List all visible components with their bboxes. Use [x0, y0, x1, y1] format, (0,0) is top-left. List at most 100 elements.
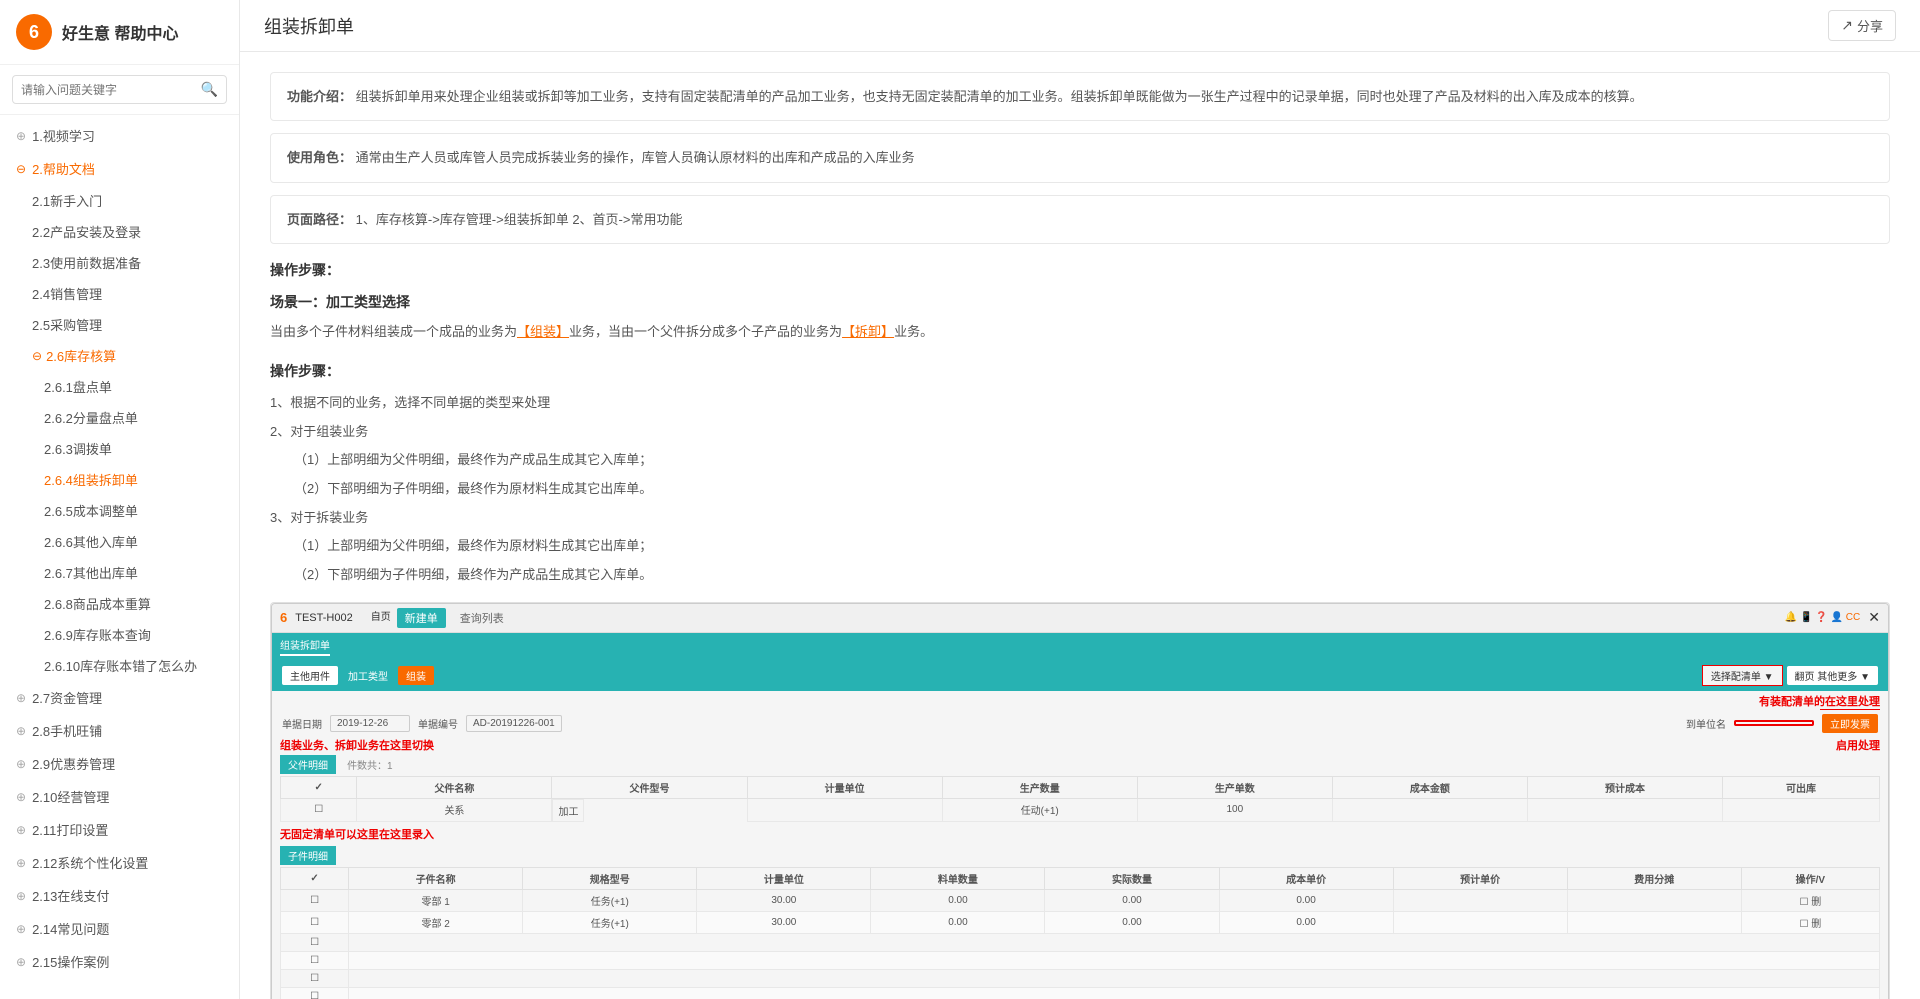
btd-spec2: 任务(+1): [523, 912, 697, 934]
btn-find-bom[interactable]: 选择配清单 ▼: [1702, 665, 1783, 686]
sidebar-item-inv1[interactable]: 2.6.1盘点单: [0, 371, 239, 402]
btd-alloc1: [1567, 890, 1741, 912]
btn-other[interactable]: 翻页 其他更多 ▼: [1787, 666, 1878, 685]
share-button[interactable]: ↗ 分享: [1828, 10, 1896, 41]
td-prod-count: 100: [1137, 798, 1332, 822]
section-label-row: 父件明细 件数共：1: [272, 753, 1888, 776]
bottom-table-wrapper: ✓ 子件名称 规格型号 计量单位 料单数量 实际数量 成本单价 预计单价 费用分…: [272, 867, 1888, 999]
btd-ep2: [1393, 912, 1567, 934]
sidebar-item-payment[interactable]: 2.13在线支付: [0, 879, 239, 912]
bth-bom-qty: 料单数量: [871, 868, 1045, 890]
logo-text: 好生意 帮助中心: [62, 20, 178, 44]
search-input[interactable]: [21, 83, 201, 97]
page-title: 组装拆卸单: [264, 13, 354, 39]
highlight-disassemble: 【拆卸】: [842, 324, 894, 339]
btable-row-5: ☐: [281, 970, 1880, 988]
btn-confirm[interactable]: 立即发票: [1822, 714, 1878, 733]
sidebar-item-inv9[interactable]: 2.6.9库存账本查询: [0, 619, 239, 650]
path-label: 页面路径：: [287, 212, 352, 227]
sidebar-item-inv5[interactable]: 2.6.5成本调整单: [0, 495, 239, 526]
share-icon: ↗: [1841, 17, 1853, 34]
sidebar-item-print[interactable]: 2.11打印设置: [0, 813, 239, 846]
sidebar-item-inv6[interactable]: 2.6.6其他入库单: [0, 526, 239, 557]
btd-check3: ☐: [281, 934, 349, 952]
sidebar-item-inv10[interactable]: 2.6.10库存账本错了怎么办: [0, 650, 239, 681]
btd-bom2: 0.00: [871, 912, 1045, 934]
sidebar-item-cases[interactable]: 2.15操作案例: [0, 945, 239, 978]
minus-circle-icon: ⊖: [32, 349, 42, 363]
bth-ops: 操作/V: [1741, 868, 1879, 890]
sidebar-item-inventory[interactable]: ⊖ 2.6库存核算: [0, 340, 239, 371]
btd-act2: 0.00: [1045, 912, 1219, 934]
annotation1-area: 选择配清单 ▼ 翻页 其他更多 ▼: [1702, 665, 1878, 686]
annotation5-text: 无固定清单可以这里在这里录入: [280, 826, 434, 842]
btd-alloc2: [1567, 912, 1741, 934]
form-id[interactable]: AD-20191226-001: [466, 715, 562, 732]
form-date[interactable]: 2019-12-26: [330, 715, 410, 732]
th-prod-qty: 生产数量: [942, 776, 1137, 798]
search-box[interactable]: 🔍: [12, 75, 227, 104]
btd-ops1[interactable]: ☐ 删: [1741, 890, 1879, 912]
sidebar-item-ops[interactable]: 2.10经营管理: [0, 780, 239, 813]
form-store[interactable]: [1734, 720, 1814, 726]
sidebar-item-newbie[interactable]: 2.1新手入门: [0, 185, 239, 216]
sidebar-item-personal[interactable]: 2.12系统个性化设置: [0, 846, 239, 879]
sidebar-item-install[interactable]: 2.2产品安装及登录: [0, 216, 239, 247]
annotation3-text: 组装业务、拆卸业务在这里切换: [280, 737, 434, 753]
btd-cp1: 0.00: [1219, 890, 1393, 912]
intro-block: 功能介绍： 组装拆卸单用来处理企业组装或拆卸等加工业务，支持有固定装配清单的产品…: [270, 72, 1890, 121]
nav-new[interactable]: 新建单: [397, 608, 446, 628]
btd-ops2[interactable]: ☐ 删: [1741, 912, 1879, 934]
sidebar-item-inv7[interactable]: 2.6.7其他出库单: [0, 557, 239, 588]
bth-check: ✓: [281, 868, 349, 890]
th-est-cost: 预计成本: [1527, 776, 1722, 798]
screenshot-container: 6 TEST-H002 自页 新建单 查询列表 🔔 📱 ❓ 👤 CC ✕: [270, 602, 1890, 999]
sidebar-item-sales[interactable]: 2.4销售管理: [0, 278, 239, 309]
section-bottom-label: 子件明细: [280, 846, 336, 865]
td-parent-model[interactable]: 加工: [552, 799, 584, 822]
screen-close-icon[interactable]: ✕: [1868, 609, 1880, 626]
step3: 3、对于拆装业务: [270, 506, 1890, 531]
ann1-container: 有装配清单的在这里处理: [1759, 693, 1880, 710]
sidebar-item-help-docs[interactable]: 2.帮助文档: [0, 152, 239, 185]
step1: 1、根据不同的业务，选择不同单据的类型来处理: [270, 391, 1890, 416]
plus-icon: [16, 129, 26, 143]
sidebar-item-faq[interactable]: 2.14常见问题: [0, 912, 239, 945]
screen-logo: 6: [280, 610, 287, 625]
sidebar-item-data-prep[interactable]: 2.3使用前数据准备: [0, 247, 239, 278]
screen-topbar: 6 TEST-H002 自页 新建单 查询列表 🔔 📱 ❓ 👤 CC ✕: [272, 604, 1888, 633]
search-icon[interactable]: 🔍: [201, 81, 218, 98]
sidebar-item-finance[interactable]: 2.7资金管理: [0, 681, 239, 714]
nav-query[interactable]: 查询列表: [452, 608, 512, 628]
annotation1-text: 有装配清单的在这里处理: [1759, 696, 1880, 708]
btd-spec1: 任务(+1): [523, 890, 697, 912]
main-area: 组装拆卸单 ↗ 分享 功能介绍： 组装拆卸单用来处理企业组装或拆卸等加工业务，支…: [240, 0, 1920, 999]
intro-label: 功能介绍：: [287, 89, 352, 104]
btn-main-part[interactable]: 主他用件: [282, 666, 338, 685]
tab-assemble[interactable]: 组装拆卸单: [280, 637, 330, 656]
sidebar-item-inv8[interactable]: 2.6.8商品成本重算: [0, 588, 239, 619]
btd-empty4: [349, 952, 1880, 970]
sidebar-item-inv3[interactable]: 2.6.3调拨单: [0, 433, 239, 464]
form-label-store: 到单位名: [1686, 716, 1726, 731]
minus-icon: [16, 162, 26, 176]
scene1-desc: 当由多个子件材料组装成一个成品的业务为【组装】业务，当由一个父件拆分成多个子产品…: [270, 320, 1890, 345]
sidebar-item-video[interactable]: 1.视频学习: [0, 119, 239, 152]
sidebar-item-inv4[interactable]: 2.6.4组装拆卸单: [0, 464, 239, 495]
btd-empty3: [349, 934, 1880, 952]
sidebar-item-purchase[interactable]: 2.5采购管理: [0, 309, 239, 340]
sidebar-item-mobile[interactable]: 2.8手机旺铺: [0, 714, 239, 747]
plus-icon-3: [16, 724, 26, 738]
td-available: [1723, 798, 1880, 822]
td-check: ☐: [281, 798, 357, 822]
sidebar-item-coupon[interactable]: 2.9优惠券管理: [0, 747, 239, 780]
bth-child-name: 子件名称: [349, 868, 523, 890]
top-count: 件数共：1: [347, 761, 393, 772]
intro-text: 组装拆卸单用来处理企业组装或拆卸等加工业务，支持有固定装配清单的产品加工业务，也…: [356, 89, 1643, 104]
btable-row-1: ☐ 零部 1 任务(+1) 30.00 0.00 0.00 0.00 ☐ 删: [281, 890, 1880, 912]
bth-unit: 计量单位: [697, 868, 871, 890]
btd-ep1: [1393, 890, 1567, 912]
btn-assemble[interactable]: 组装: [398, 666, 434, 685]
sidebar-item-inv2[interactable]: 2.6.2分量盘点单: [0, 402, 239, 433]
bth-spec: 规格型号: [523, 868, 697, 890]
